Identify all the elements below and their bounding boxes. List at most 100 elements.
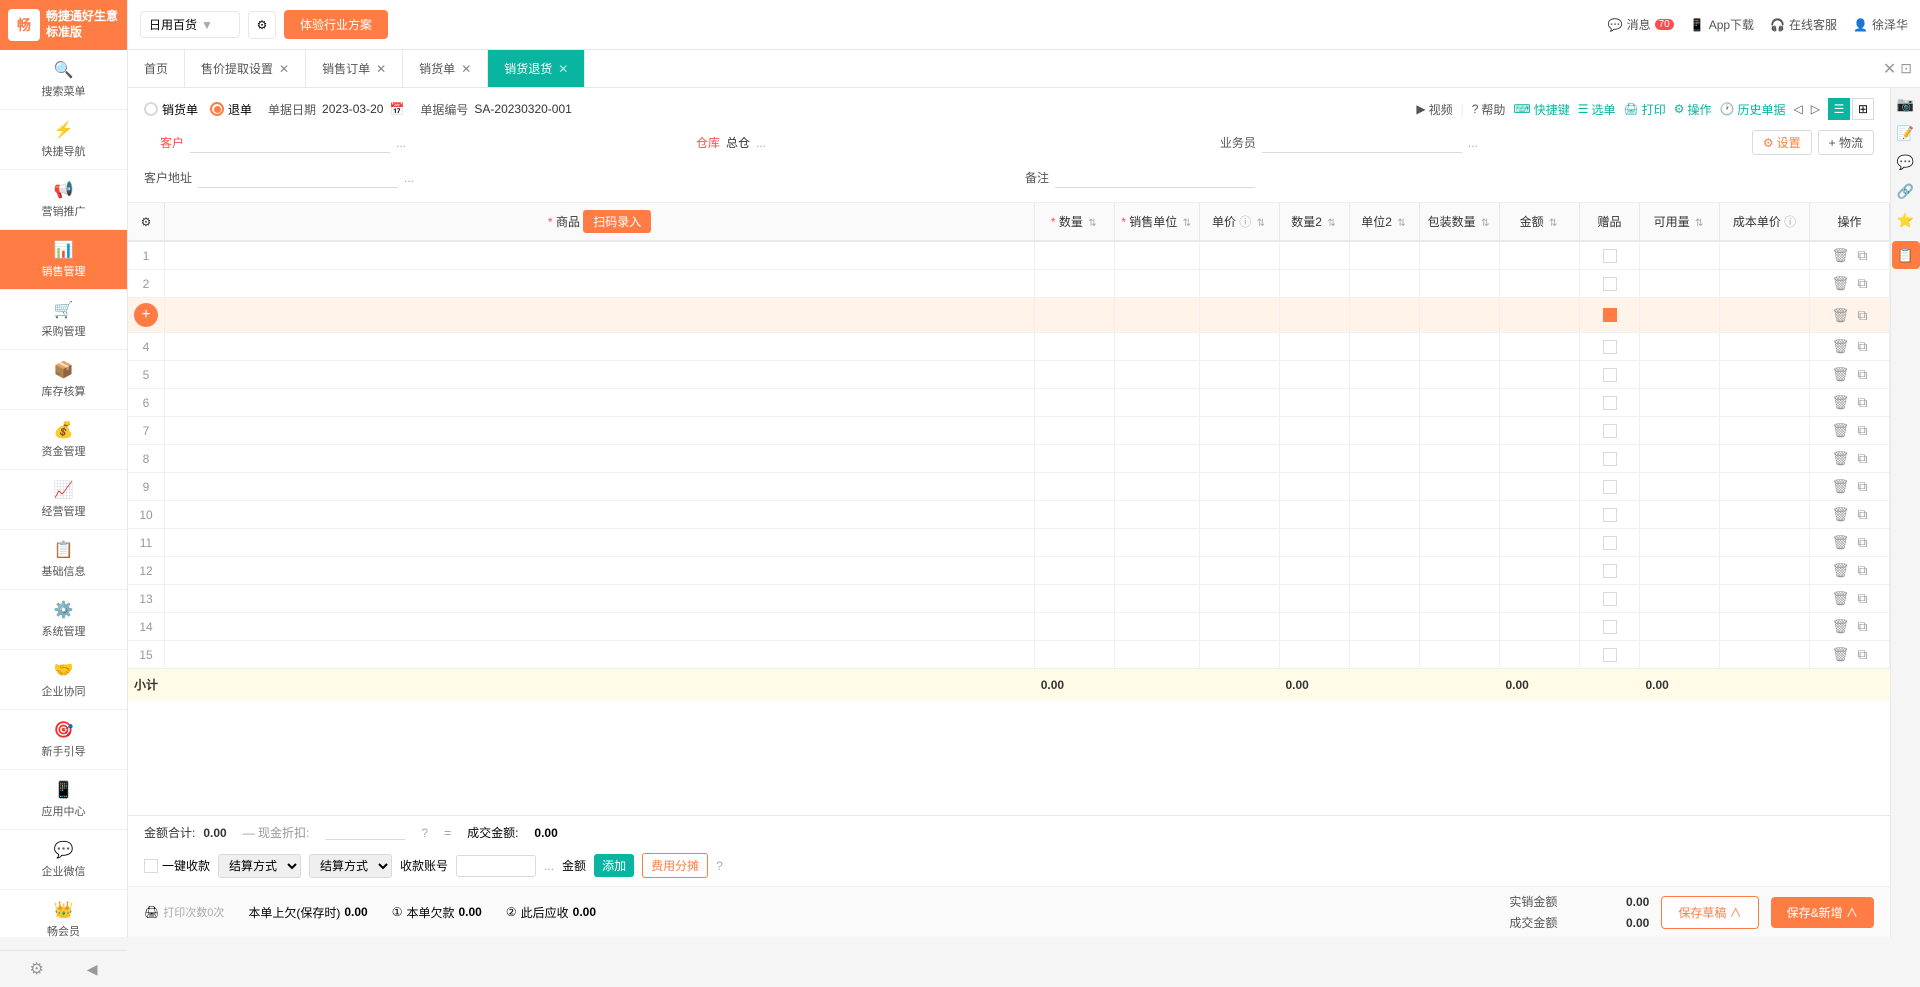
tab-sale-order-close[interactable]: ✕ <box>376 62 386 76</box>
help-action[interactable]: ? 帮助 <box>1472 101 1506 118</box>
account-dots[interactable]: ... <box>544 859 554 873</box>
qty-sort-icon[interactable]: ⇅ <box>1088 218 1096 229</box>
copy-icon-7[interactable]: ⧉ <box>1857 422 1867 439</box>
history-action[interactable]: 🕐 历史单据 <box>1720 101 1786 118</box>
copy-icon-1[interactable]: ⧉ <box>1857 247 1867 264</box>
copy-icon-5[interactable]: ⧉ <box>1857 366 1867 383</box>
sidebar-item-inventory[interactable]: 📦 库存核算 <box>0 350 127 410</box>
sidebar-item-operations[interactable]: 📈 经营管理 <box>0 470 127 530</box>
experience-btn[interactable]: 体验行业方案 <box>284 10 388 39</box>
add-row-button[interactable]: + <box>134 303 158 327</box>
scan-btn[interactable]: 扫码录入 <box>583 210 651 233</box>
right-panel-chat-icon[interactable]: 💬 <box>1897 154 1914 171</box>
tab-close-all[interactable]: ✕ <box>1883 59 1896 79</box>
qty2-sort-icon[interactable]: ⇅ <box>1327 218 1335 229</box>
tab-home[interactable]: 首页 <box>128 50 185 87</box>
avail-sort-icon[interactable]: ⇅ <box>1695 218 1703 229</box>
fee-split-button[interactable]: 费用分摊 <box>642 853 708 878</box>
remark-input[interactable] <box>1055 167 1255 188</box>
sidebar-item-search[interactable]: 🔍 搜索菜单 <box>0 50 127 110</box>
delete-icon-3[interactable]: 🗑 <box>1832 307 1850 324</box>
save-draft-button[interactable]: 保存草稿 ∧ <box>1661 896 1758 929</box>
one-click-pay-cb[interactable] <box>144 859 158 873</box>
right-panel-note-icon[interactable]: 📝 <box>1897 125 1914 142</box>
operations-action[interactable]: ⚙ 操作 <box>1674 101 1712 118</box>
customer-input[interactable] <box>190 132 390 153</box>
product-input-2[interactable] <box>171 277 1028 291</box>
gift-cb-13[interactable] <box>1603 592 1617 606</box>
copy-icon-3[interactable]: ⧉ <box>1857 307 1867 324</box>
radio-sale-goods[interactable]: 销货单 <box>144 101 198 118</box>
delete-icon-7[interactable]: 🗑 <box>1832 422 1850 439</box>
salesperson-dots[interactable]: ... <box>1468 136 1478 150</box>
copy-icon-10[interactable]: ⧉ <box>1857 506 1867 523</box>
gift-cb-6[interactable] <box>1603 396 1617 410</box>
gift-cb-15[interactable] <box>1603 648 1617 662</box>
copy-icon-4[interactable]: ⧉ <box>1857 338 1867 355</box>
sidebar-item-sales[interactable]: 📊 销售管理 <box>0 230 127 290</box>
logistics-button[interactable]: + 物流 <box>1818 130 1874 155</box>
delete-icon-14[interactable]: 🗑 <box>1832 618 1850 635</box>
add-button[interactable]: 添加 <box>594 854 634 877</box>
copy-icon-12[interactable]: ⧉ <box>1857 562 1867 579</box>
select-action[interactable]: ☰ 选单 <box>1578 101 1616 118</box>
right-panel-star-icon[interactable]: ⭐ <box>1897 212 1914 229</box>
right-panel-clipboard-icon[interactable]: 📋 <box>1892 241 1920 269</box>
tab-sale-order[interactable]: 销售订单 ✕ <box>306 50 403 87</box>
address-input[interactable] <box>198 167 398 188</box>
product-input-3[interactable] <box>171 308 1028 322</box>
price-sort-icon[interactable]: ⇅ <box>1257 218 1265 229</box>
delete-icon-8[interactable]: 🗑 <box>1832 450 1850 467</box>
view-list-icon[interactable]: ☰ <box>1828 98 1850 120</box>
right-panel-link-icon[interactable]: 🔗 <box>1897 183 1914 200</box>
unit-input-1[interactable] <box>1121 249 1193 263</box>
radio-return[interactable]: 退单 <box>210 101 252 118</box>
gift-cb-12[interactable] <box>1603 564 1617 578</box>
delete-icon-12[interactable]: 🗑 <box>1832 562 1850 579</box>
tab-sale-goods-close[interactable]: ✕ <box>461 62 471 76</box>
sidebar-item-finance[interactable]: 💰 资金管理 <box>0 410 127 470</box>
delete-icon-11[interactable]: 🗑 <box>1832 534 1850 551</box>
save-new-button[interactable]: 保存&新增 ∧ <box>1771 897 1874 928</box>
tab-sale-return-close[interactable]: ✕ <box>558 62 568 76</box>
gift-cb-11[interactable] <box>1603 536 1617 550</box>
online-service-item[interactable]: 🎧 在线客服 <box>1770 16 1837 33</box>
print-action[interactable]: 🖨 打印 <box>1624 101 1666 118</box>
gift-cb-14[interactable] <box>1603 620 1617 634</box>
prev-icon[interactable]: ◁ <box>1794 102 1803 116</box>
unit2-input-1[interactable] <box>1356 249 1413 263</box>
copy-icon-2[interactable]: ⧉ <box>1857 275 1867 292</box>
next-icon[interactable]: ▷ <box>1811 102 1820 116</box>
delete-icon-15[interactable]: 🗑 <box>1832 646 1850 663</box>
pkg-input-1[interactable] <box>1426 249 1493 263</box>
delete-icon-4[interactable]: 🗑 <box>1832 338 1850 355</box>
one-click-pay-label[interactable]: 一键收款 <box>144 857 210 874</box>
salesperson-input[interactable] <box>1262 132 1462 153</box>
sidebar-collapse-icon[interactable]: ◀ <box>87 961 98 978</box>
sidebar-item-newbie[interactable]: 🎯 新手引导 <box>0 710 127 770</box>
account-input[interactable] <box>456 855 536 877</box>
shortcut-action[interactable]: ⌨ 快捷键 <box>1513 101 1569 118</box>
delete-icon-9[interactable]: 🗑 <box>1832 478 1850 495</box>
tab-sale-price[interactable]: 售价提取设置 ✕ <box>185 50 306 87</box>
sidebar-item-shortcut[interactable]: ⚡ 快捷导航 <box>0 110 127 170</box>
delete-icon-1[interactable]: 🗑 <box>1832 247 1850 264</box>
gift-cb-4[interactable] <box>1603 340 1617 354</box>
sidebar-settings-icon[interactable]: ⚙ <box>29 959 43 979</box>
gift-cb-1[interactable] <box>1603 249 1617 263</box>
col-settings[interactable]: ⚙ <box>128 203 165 241</box>
settings-button[interactable]: ⚙ 设置 <box>1752 130 1812 155</box>
customer-dots[interactable]: ... <box>396 136 406 150</box>
unit2-sort-icon[interactable]: ⇅ <box>1397 218 1405 229</box>
tab-sale-goods[interactable]: 销货单 ✕ <box>403 50 488 87</box>
gift-cb-7[interactable] <box>1603 424 1617 438</box>
gift-cb-8[interactable] <box>1603 452 1617 466</box>
unit-sort-icon[interactable]: ⇅ <box>1183 218 1191 229</box>
video-action[interactable]: ▶ 视频 <box>1416 101 1452 118</box>
notification-item[interactable]: 💬 消息 70 <box>1608 16 1674 33</box>
copy-icon-14[interactable]: ⧉ <box>1857 618 1867 635</box>
calendar-icon[interactable]: 📅 <box>389 102 404 116</box>
product-input-1[interactable] <box>171 249 1028 263</box>
gift-cb-9[interactable] <box>1603 480 1617 494</box>
settle-method-select[interactable]: 结算方式 <box>218 854 301 878</box>
